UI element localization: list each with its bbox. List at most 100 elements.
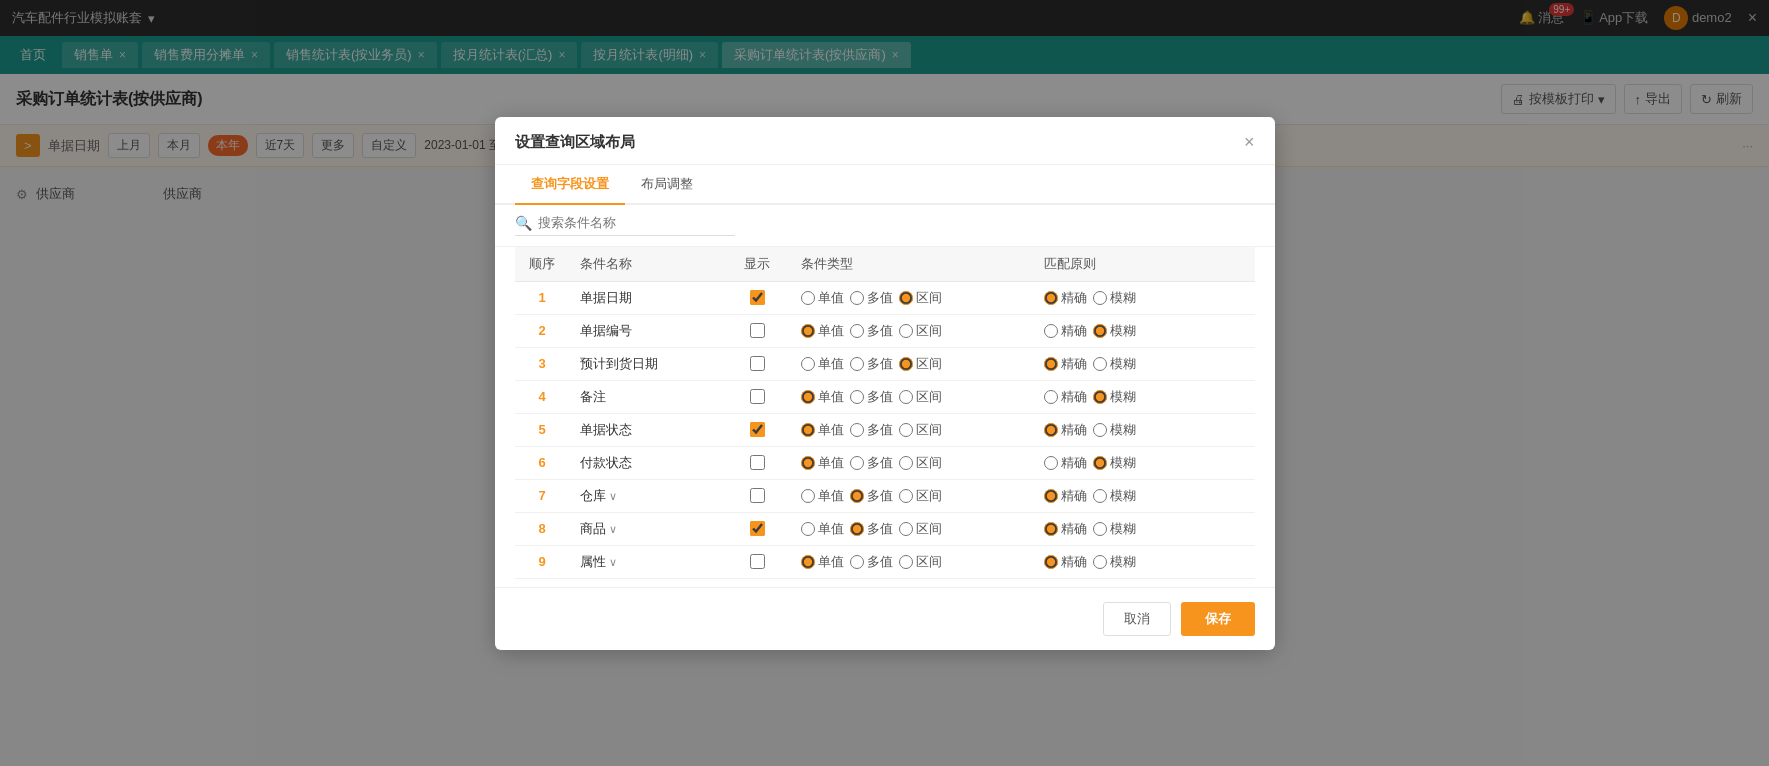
show-checkbox[interactable] (750, 356, 765, 371)
type-radio-单值[interactable] (801, 357, 815, 371)
show-checkbox[interactable] (750, 290, 765, 305)
type-option-区间[interactable]: 区间 (899, 289, 942, 307)
type-option-区间[interactable]: 区间 (899, 322, 942, 340)
type-radio-区间[interactable] (899, 390, 913, 404)
type-option-多值[interactable]: 多值 (850, 454, 893, 472)
show-checkbox[interactable] (750, 554, 765, 569)
type-radio-单值[interactable] (801, 555, 815, 569)
type-option-区间[interactable]: 区间 (899, 553, 942, 571)
match-radio-模糊[interactable] (1093, 456, 1107, 470)
type-radio-多值[interactable] (850, 423, 864, 437)
show-checkbox[interactable] (750, 389, 765, 404)
row-show[interactable] (724, 380, 790, 413)
match-option-精确[interactable]: 精确 (1044, 322, 1087, 340)
type-option-多值[interactable]: 多值 (850, 553, 893, 571)
type-option-区间[interactable]: 区间 (899, 520, 942, 538)
type-radio-多值[interactable] (850, 291, 864, 305)
type-radio-单值[interactable] (801, 324, 815, 338)
match-option-精确[interactable]: 精确 (1044, 289, 1087, 307)
tab-layout[interactable]: 布局调整 (625, 165, 709, 205)
type-radio-多值[interactable] (850, 489, 864, 503)
match-radio-精确[interactable] (1044, 390, 1058, 404)
match-radio-模糊[interactable] (1093, 324, 1107, 338)
match-option-模糊[interactable]: 模糊 (1093, 520, 1136, 538)
row-show[interactable] (724, 413, 790, 446)
row-show[interactable] (724, 512, 790, 545)
type-radio-区间[interactable] (899, 291, 913, 305)
match-option-精确[interactable]: 精确 (1044, 355, 1087, 373)
show-checkbox[interactable] (750, 521, 765, 536)
type-option-单值[interactable]: 单值 (801, 553, 844, 571)
type-option-多值[interactable]: 多值 (850, 322, 893, 340)
match-radio-精确[interactable] (1044, 489, 1058, 503)
type-option-区间[interactable]: 区间 (899, 421, 942, 439)
type-radio-多值[interactable] (850, 522, 864, 536)
type-radio-区间[interactable] (899, 456, 913, 470)
match-radio-精确[interactable] (1044, 423, 1058, 437)
search-input[interactable] (538, 215, 718, 230)
type-option-多值[interactable]: 多值 (850, 421, 893, 439)
match-radio-精确[interactable] (1044, 324, 1058, 338)
type-option-多值[interactable]: 多值 (850, 520, 893, 538)
type-option-单值[interactable]: 单值 (801, 355, 844, 373)
match-radio-模糊[interactable] (1093, 291, 1107, 305)
type-option-单值[interactable]: 单值 (801, 520, 844, 538)
match-radio-模糊[interactable] (1093, 489, 1107, 503)
match-radio-模糊[interactable] (1093, 555, 1107, 569)
modal-close-button[interactable]: × (1244, 133, 1255, 151)
type-option-区间[interactable]: 区间 (899, 487, 942, 505)
match-radio-精确[interactable] (1044, 456, 1058, 470)
match-option-精确[interactable]: 精确 (1044, 553, 1087, 571)
cancel-button[interactable]: 取消 (1103, 602, 1171, 636)
type-option-单值[interactable]: 单值 (801, 487, 844, 505)
match-option-模糊[interactable]: 模糊 (1093, 454, 1136, 472)
match-option-模糊[interactable]: 模糊 (1093, 553, 1136, 571)
type-option-单值[interactable]: 单值 (801, 388, 844, 406)
type-radio-单值[interactable] (801, 522, 815, 536)
match-option-模糊[interactable]: 模糊 (1093, 487, 1136, 505)
row-show[interactable] (724, 545, 790, 578)
type-option-区间[interactable]: 区间 (899, 355, 942, 373)
match-option-精确[interactable]: 精确 (1044, 454, 1087, 472)
type-radio-区间[interactable] (899, 522, 913, 536)
match-option-模糊[interactable]: 模糊 (1093, 421, 1136, 439)
row-show[interactable] (724, 281, 790, 314)
match-option-模糊[interactable]: 模糊 (1093, 388, 1136, 406)
row-show[interactable] (724, 578, 790, 587)
show-checkbox[interactable] (750, 488, 765, 503)
type-radio-单值[interactable] (801, 489, 815, 503)
row-show[interactable] (724, 314, 790, 347)
match-option-精确[interactable]: 精确 (1044, 520, 1087, 538)
type-radio-多值[interactable] (850, 357, 864, 371)
show-checkbox[interactable] (750, 455, 765, 470)
type-option-单值[interactable]: 单值 (801, 289, 844, 307)
type-radio-多值[interactable] (850, 555, 864, 569)
match-option-精确[interactable]: 精确 (1044, 421, 1087, 439)
match-option-精确[interactable]: 精确 (1044, 388, 1087, 406)
type-option-单值[interactable]: 单值 (801, 454, 844, 472)
type-radio-区间[interactable] (899, 489, 913, 503)
match-option-模糊[interactable]: 模糊 (1093, 289, 1136, 307)
match-radio-精确[interactable] (1044, 522, 1058, 536)
type-option-多值[interactable]: 多值 (850, 355, 893, 373)
match-option-模糊[interactable]: 模糊 (1093, 322, 1136, 340)
type-radio-多值[interactable] (850, 324, 864, 338)
match-radio-精确[interactable] (1044, 357, 1058, 371)
type-radio-区间[interactable] (899, 555, 913, 569)
type-radio-多值[interactable] (850, 390, 864, 404)
type-radio-区间[interactable] (899, 423, 913, 437)
match-radio-模糊[interactable] (1093, 357, 1107, 371)
match-radio-模糊[interactable] (1093, 390, 1107, 404)
type-radio-区间[interactable] (899, 324, 913, 338)
row-show[interactable] (724, 446, 790, 479)
type-option-区间[interactable]: 区间 (899, 454, 942, 472)
save-button[interactable]: 保存 (1181, 602, 1255, 636)
type-radio-多值[interactable] (850, 456, 864, 470)
match-option-模糊[interactable]: 模糊 (1093, 355, 1136, 373)
type-radio-单值[interactable] (801, 390, 815, 404)
match-radio-模糊[interactable] (1093, 423, 1107, 437)
match-option-精确[interactable]: 精确 (1044, 487, 1087, 505)
type-option-多值[interactable]: 多值 (850, 388, 893, 406)
type-option-区间[interactable]: 区间 (899, 388, 942, 406)
type-radio-区间[interactable] (899, 357, 913, 371)
